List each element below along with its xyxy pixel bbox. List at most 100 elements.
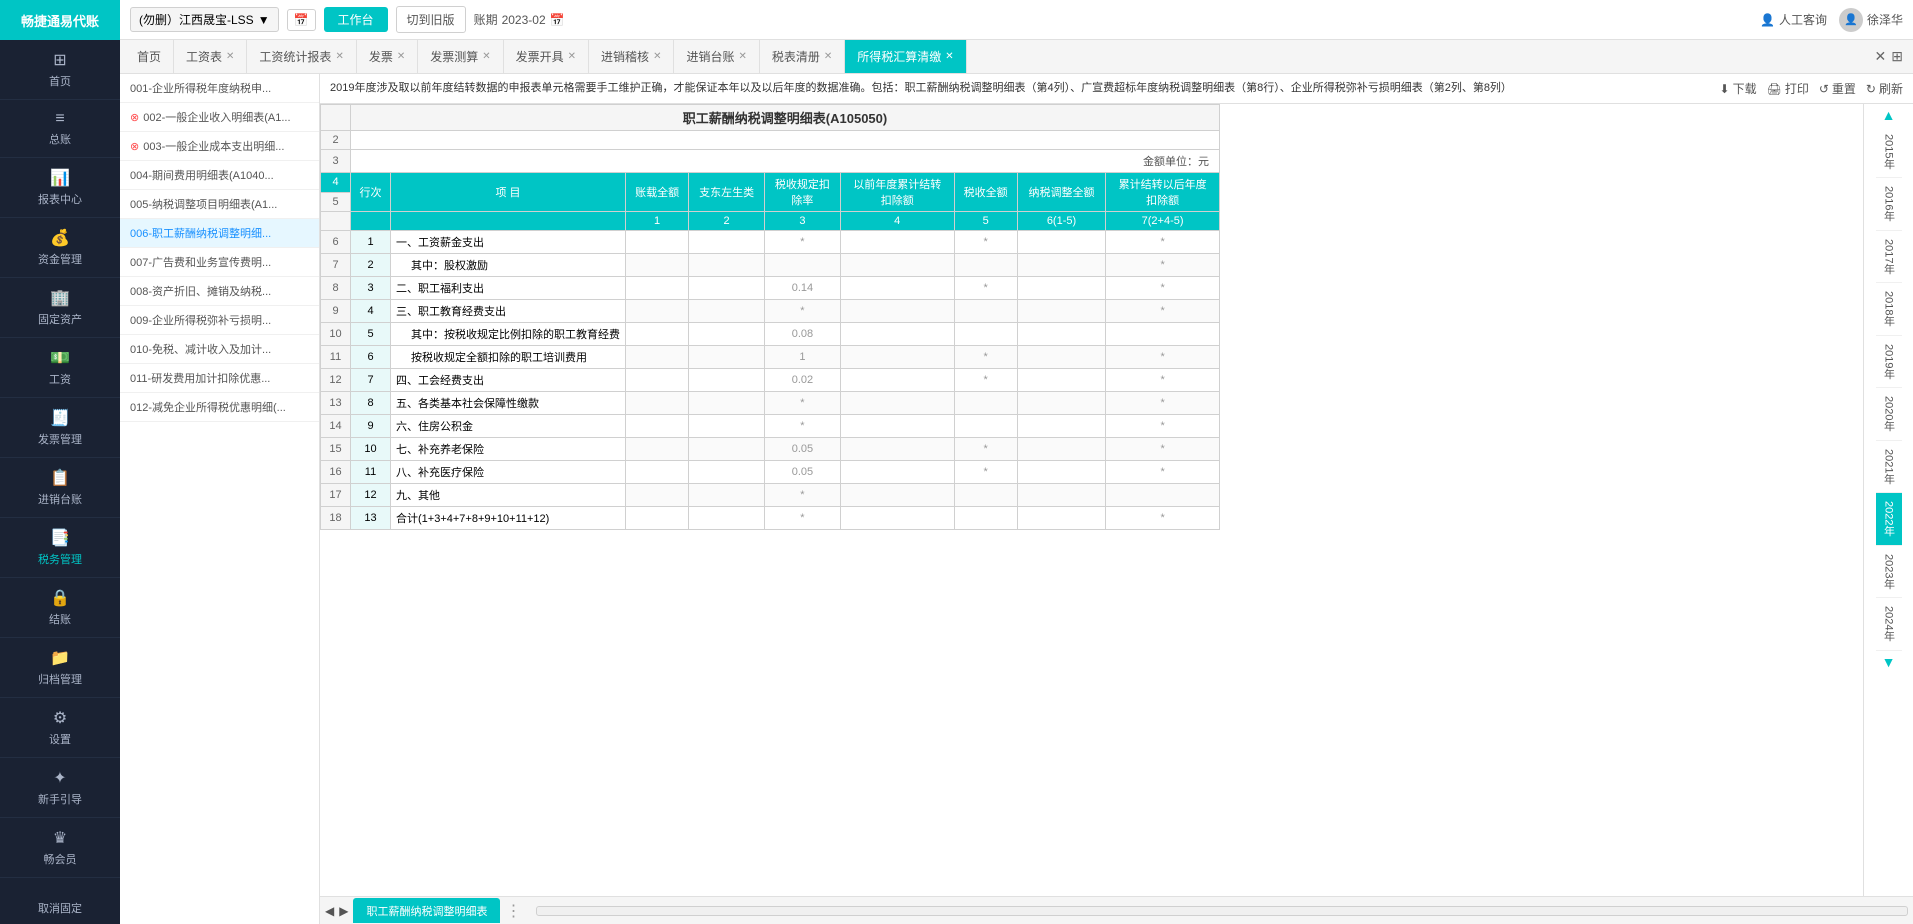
reset-button[interactable]: ↺ 重置 bbox=[1819, 80, 1856, 97]
year-item[interactable]: 2018年 bbox=[1876, 283, 1902, 335]
tab-close-icon[interactable]: ✕ bbox=[738, 51, 746, 62]
sidebar-item-report[interactable]: 📊 报表中心 bbox=[0, 158, 120, 218]
sidebar-item-home[interactable]: ⊞ 首页 bbox=[0, 40, 120, 100]
year-item[interactable]: 2021年 bbox=[1876, 441, 1902, 493]
horizontal-scrollbar[interactable] bbox=[536, 906, 1908, 916]
file-item-012[interactable]: 012-减免企业所得税优惠明细(... bbox=[120, 393, 319, 422]
cell-c[interactable] bbox=[626, 254, 689, 277]
sidebar-item-purchase[interactable]: 📋 进销台账 bbox=[0, 458, 120, 518]
sidebar-item-capital[interactable]: 💰 资金管理 bbox=[0, 218, 120, 278]
cell-i[interactable]: * bbox=[1106, 392, 1220, 415]
cell-g[interactable] bbox=[954, 415, 1017, 438]
sidebar-item-payroll[interactable]: 💵 工资 bbox=[0, 338, 120, 398]
cell-f[interactable] bbox=[840, 323, 954, 346]
cell-h[interactable] bbox=[1017, 507, 1105, 530]
cell-i[interactable]: * bbox=[1106, 461, 1220, 484]
file-item-002[interactable]: ⊗ 002-一般企业收入明细表(A1... bbox=[120, 103, 319, 132]
file-item-010[interactable]: 010-免税、减计收入及加计... bbox=[120, 335, 319, 364]
cell-e[interactable]: 1 bbox=[765, 346, 841, 369]
tab-purchase-check[interactable]: 进销稽核 ✕ bbox=[589, 40, 674, 74]
cell-f[interactable] bbox=[840, 300, 954, 323]
download-button[interactable]: ⬇ 下载 bbox=[1720, 80, 1757, 97]
calendar-button[interactable]: 📅 bbox=[287, 9, 316, 31]
cell-g[interactable]: * bbox=[954, 277, 1017, 300]
cell-e[interactable]: 0.05 bbox=[765, 461, 841, 484]
tab-tax-clear[interactable]: 税表清册 ✕ bbox=[760, 40, 845, 74]
sidebar-item-invoice[interactable]: 🧾 发票管理 bbox=[0, 398, 120, 458]
cell-d[interactable] bbox=[689, 369, 765, 392]
cell-c[interactable] bbox=[626, 277, 689, 300]
tab-close-icon[interactable]: ✕ bbox=[226, 51, 234, 62]
sheet-next-button[interactable]: ▶ bbox=[339, 904, 348, 918]
year-item[interactable]: 2015年 bbox=[1876, 126, 1902, 178]
cell-d[interactable] bbox=[689, 507, 765, 530]
cell-h[interactable] bbox=[1017, 300, 1105, 323]
sheet-tab-main[interactable]: 职工薪酬纳税调整明细表 bbox=[353, 898, 500, 923]
cell-g[interactable]: * bbox=[954, 346, 1017, 369]
tab-purchase-ledger[interactable]: 进销台账 ✕ bbox=[674, 40, 759, 74]
cell-c[interactable] bbox=[626, 369, 689, 392]
cell-g[interactable]: * bbox=[954, 438, 1017, 461]
cell-f[interactable] bbox=[840, 461, 954, 484]
cell-h[interactable] bbox=[1017, 415, 1105, 438]
cell-i[interactable]: * bbox=[1106, 415, 1220, 438]
cell-i[interactable]: * bbox=[1106, 346, 1220, 369]
cell-e[interactable]: 0.14 bbox=[765, 277, 841, 300]
file-item-011[interactable]: 011-研发费用加计扣除优惠... bbox=[120, 364, 319, 393]
tab-close-icon[interactable]: ✕ bbox=[568, 51, 576, 62]
cell-c[interactable] bbox=[626, 323, 689, 346]
cell-i[interactable]: * bbox=[1106, 254, 1220, 277]
cell-i[interactable]: * bbox=[1106, 300, 1220, 323]
sidebar-item-guide[interactable]: ✦ 新手引导 bbox=[0, 758, 120, 818]
cell-f[interactable] bbox=[840, 438, 954, 461]
tab-close-icon[interactable]: ✕ bbox=[482, 51, 490, 62]
cell-e[interactable]: * bbox=[765, 392, 841, 415]
sidebar-item-settings[interactable]: ⚙ 设置 bbox=[0, 698, 120, 758]
cell-g[interactable] bbox=[954, 300, 1017, 323]
tab-payroll[interactable]: 工资表 ✕ bbox=[174, 40, 247, 74]
company-selector[interactable]: (勿删）江西晟宝-LSS ▼ bbox=[130, 7, 279, 32]
cell-c[interactable] bbox=[626, 507, 689, 530]
cell-h[interactable] bbox=[1017, 369, 1105, 392]
cell-i[interactable]: * bbox=[1106, 277, 1220, 300]
cell-d[interactable] bbox=[689, 438, 765, 461]
cell-g[interactable] bbox=[954, 507, 1017, 530]
tab-income-tax[interactable]: 所得税汇算清缴 ✕ bbox=[845, 40, 966, 74]
tab-close-icon[interactable]: ✕ bbox=[824, 51, 832, 62]
tab-invoice[interactable]: 发票 ✕ bbox=[357, 40, 418, 74]
tab-invoice-open[interactable]: 发票开具 ✕ bbox=[504, 40, 589, 74]
cell-g[interactable] bbox=[954, 392, 1017, 415]
cell-i[interactable]: * bbox=[1106, 231, 1220, 254]
cell-e[interactable]: 0.02 bbox=[765, 369, 841, 392]
cell-d[interactable] bbox=[689, 231, 765, 254]
file-item-007[interactable]: 007-广告费和业务宣传费明... bbox=[120, 248, 319, 277]
cell-c[interactable] bbox=[626, 392, 689, 415]
cell-d[interactable] bbox=[689, 484, 765, 507]
tab-invoice-calc[interactable]: 发票测算 ✕ bbox=[418, 40, 503, 74]
cell-d[interactable] bbox=[689, 415, 765, 438]
file-item-006[interactable]: 006-职工薪酬纳税调整明细... bbox=[120, 219, 319, 248]
cell-e[interactable]: * bbox=[765, 231, 841, 254]
cell-c[interactable] bbox=[626, 415, 689, 438]
cell-i[interactable]: * bbox=[1106, 507, 1220, 530]
cell-h[interactable] bbox=[1017, 254, 1105, 277]
cell-h[interactable] bbox=[1017, 346, 1105, 369]
year-item[interactable]: 2016年 bbox=[1876, 178, 1902, 230]
close-all-button[interactable]: ✕ bbox=[1875, 48, 1887, 65]
year-up-button[interactable]: ▲ bbox=[1879, 104, 1899, 126]
cell-f[interactable] bbox=[840, 254, 954, 277]
year-item[interactable]: 2022年 bbox=[1876, 493, 1902, 545]
support-link[interactable]: 👤 人工客询 bbox=[1760, 11, 1827, 28]
cell-d[interactable] bbox=[689, 300, 765, 323]
file-item-005[interactable]: 005-纳税调整项目明细表(A1... bbox=[120, 190, 319, 219]
cell-i[interactable] bbox=[1106, 484, 1220, 507]
sidebar-item-closing[interactable]: 🔒 结账 bbox=[0, 578, 120, 638]
cell-g[interactable]: * bbox=[954, 461, 1017, 484]
sidebar-item-ledger[interactable]: ≡ 总账 bbox=[0, 100, 120, 158]
cell-d[interactable] bbox=[689, 254, 765, 277]
cell-g[interactable]: * bbox=[954, 369, 1017, 392]
cell-d[interactable] bbox=[689, 392, 765, 415]
cell-f[interactable] bbox=[840, 231, 954, 254]
cell-f[interactable] bbox=[840, 392, 954, 415]
sidebar-item-fixed[interactable]: 🏢 固定资产 bbox=[0, 278, 120, 338]
